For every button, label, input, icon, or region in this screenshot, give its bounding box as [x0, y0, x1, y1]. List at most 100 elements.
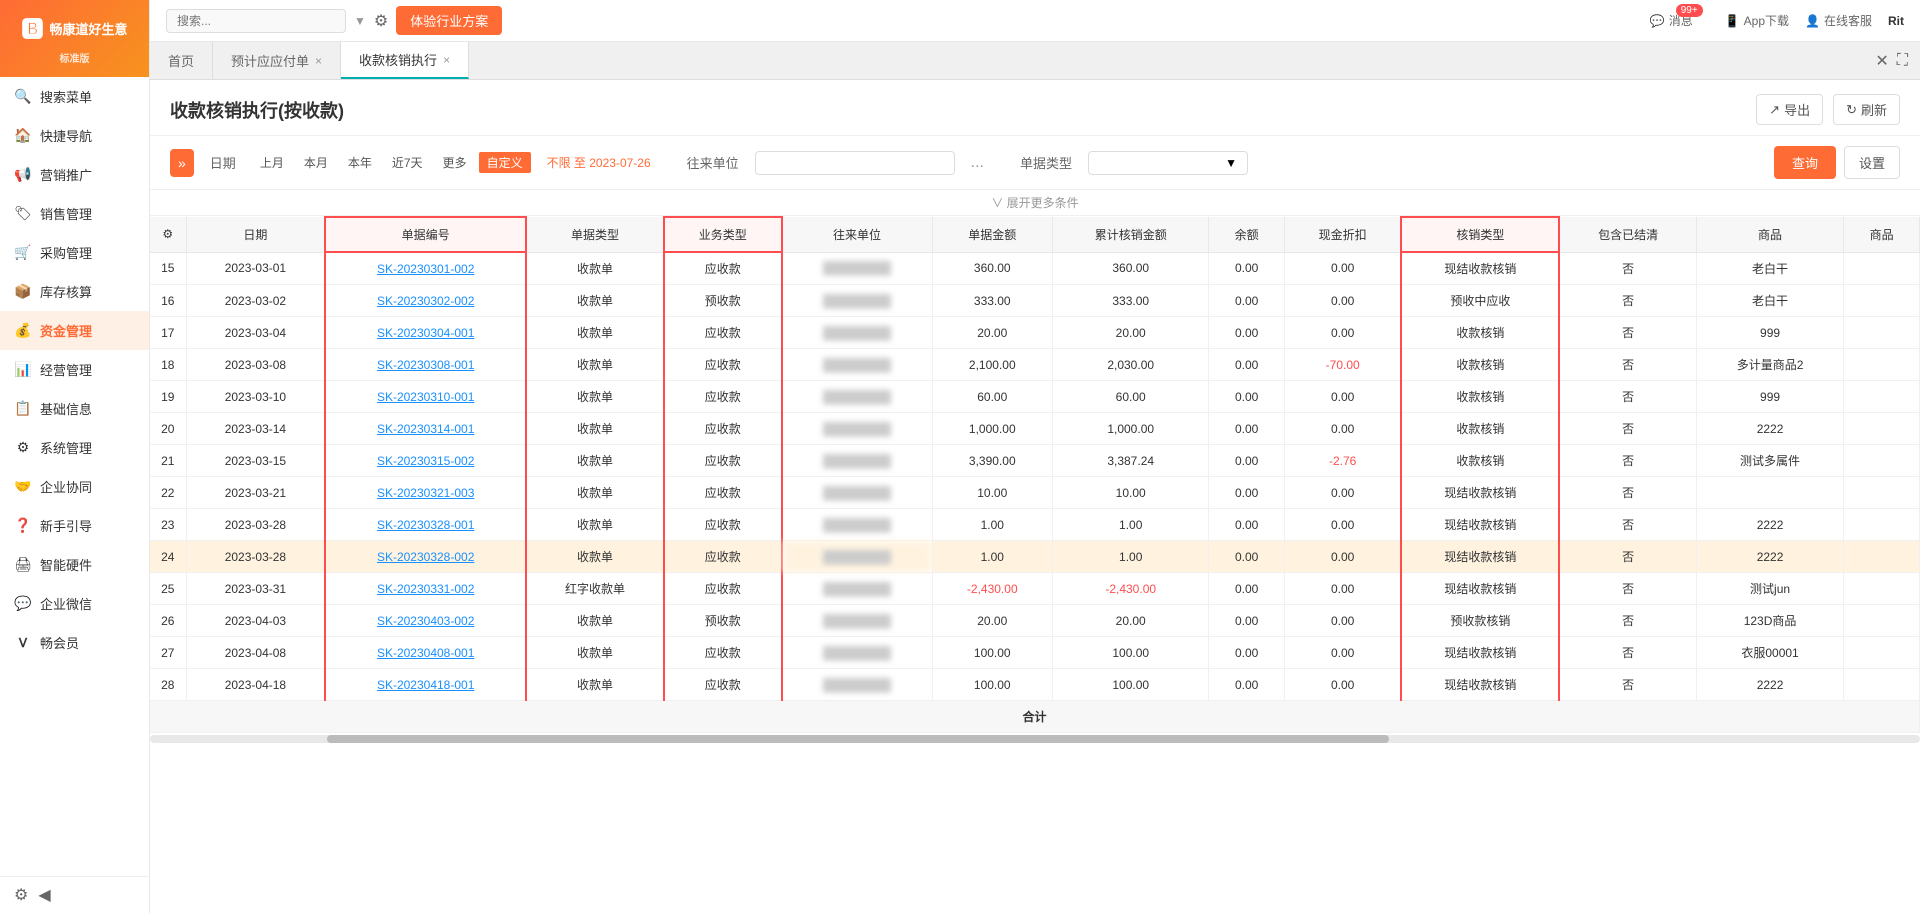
sidebar-item-inventory[interactable]: 📦 库存核算	[0, 272, 149, 311]
table-cell: 1.00	[932, 509, 1053, 541]
tab-home[interactable]: 首页	[150, 42, 213, 79]
close-all-icon[interactable]: ✕	[1875, 51, 1888, 71]
table-cell: 0.00	[1285, 381, 1402, 413]
table-cell: ████████	[782, 381, 932, 413]
sidebar-item-basic[interactable]: 📋 基础信息	[0, 389, 149, 428]
voucher-type-select[interactable]: ▼	[1088, 151, 1248, 175]
export-button[interactable]: ↗ 导出	[1756, 94, 1823, 125]
date-this-year[interactable]: 本年	[340, 152, 380, 173]
sidebar-item-system[interactable]: ⚙ 系统管理	[0, 428, 149, 467]
sidebar-item-purchase[interactable]: 🛒 采购管理	[0, 233, 149, 272]
tab-collection[interactable]: 收款核销执行 ×	[341, 42, 469, 79]
basic-icon: 📋	[14, 400, 32, 418]
app-download-item[interactable]: 📱 App下载	[1725, 12, 1789, 29]
date-last-month[interactable]: 上月	[252, 152, 292, 173]
column-settings-icon[interactable]: ⚙	[162, 227, 173, 241]
date-this-month[interactable]: 本月	[296, 152, 336, 173]
table-cell: 100.00	[1053, 669, 1209, 701]
table-cell: 应收款	[664, 252, 782, 285]
table-cell[interactable]: SK-20230302-002	[325, 285, 526, 317]
table-cell: 老白干	[1696, 252, 1843, 285]
table-cell[interactable]: SK-20230321-003	[325, 477, 526, 509]
th-goods: 商品	[1696, 217, 1843, 252]
topbar-settings-icon[interactable]: ⚙	[374, 11, 388, 31]
date-custom-btn[interactable]: 自定义	[479, 152, 531, 173]
online-service-item[interactable]: 👤 在线客服	[1805, 12, 1872, 29]
settings-bottom-icon[interactable]: ⚙	[14, 885, 28, 905]
sidebar-item-weixin[interactable]: 💬 企业微信	[0, 584, 149, 623]
table-cell: 收款单	[526, 509, 664, 541]
data-table: ⚙ 日期 单据编号 单据类型 业务类型 往来单位 单据金额 累计核销金额 余额 …	[150, 216, 1920, 733]
message-badge-item[interactable]: 💬 消息 99+	[1650, 12, 1693, 29]
table-row: 182023-03-08SK-20230308-001收款单应收款███████…	[150, 349, 1920, 381]
footer-total-label: 合计	[150, 701, 1920, 733]
table-cell[interactable]: SK-20230418-001	[325, 669, 526, 701]
table-cell[interactable]: SK-20230331-002	[325, 573, 526, 605]
table-cell[interactable]: SK-20230308-001	[325, 349, 526, 381]
table-cell	[1844, 541, 1920, 573]
table-cell[interactable]: SK-20230314-001	[325, 413, 526, 445]
refresh-button[interactable]: ↻ 刷新	[1833, 94, 1900, 125]
sidebar-item-member[interactable]: Ⅴ 畅会员	[0, 623, 149, 662]
table-cell: 收款核销	[1401, 317, 1559, 349]
table-cell[interactable]: SK-20230328-001	[325, 509, 526, 541]
tab-collection-close[interactable]: ×	[443, 53, 450, 67]
query-button[interactable]: 查询	[1774, 146, 1836, 179]
table-cell: ████████	[782, 541, 932, 573]
sidebar-item-guide[interactable]: ❓ 新手引导	[0, 506, 149, 545]
expand-bar[interactable]: ∨ 展开更多条件	[150, 190, 1920, 216]
partner-input[interactable]	[755, 151, 955, 175]
table-cell[interactable]: SK-20230328-002	[325, 541, 526, 573]
table-cell: 1.00	[1053, 509, 1209, 541]
app-logo: 🅱 畅康道好生意 标准版	[0, 0, 149, 77]
user-avatar[interactable]: Rit	[1888, 14, 1904, 28]
settings-button[interactable]: 设置	[1844, 146, 1900, 179]
table-cell: 1,000.00	[1053, 413, 1209, 445]
table-cell: 123D商品	[1696, 605, 1843, 637]
tab-payable-close[interactable]: ×	[315, 54, 322, 68]
table-cell: 0.00	[1209, 637, 1285, 669]
sidebar-item-operations[interactable]: 📊 经营管理	[0, 350, 149, 389]
table-cell[interactable]: SK-20230310-001	[325, 381, 526, 413]
table-cell[interactable]: SK-20230304-001	[325, 317, 526, 349]
table-cell[interactable]: SK-20230408-001	[325, 637, 526, 669]
table-cell[interactable]: SK-20230315-002	[325, 445, 526, 477]
date-more[interactable]: 更多	[435, 152, 475, 173]
topbar: ▼ ⚙ 体验行业方案 💬 消息 99+ 📱 App下载 👤 在线客服 Rit	[150, 0, 1920, 42]
sidebar-item-finance[interactable]: 💰 资金管理	[0, 311, 149, 350]
table-cell: 否	[1559, 381, 1696, 413]
table-cell: 否	[1559, 477, 1696, 509]
sidebar-item-sales[interactable]: 🏷 销售管理	[0, 194, 149, 233]
table-cell	[1844, 317, 1920, 349]
table-cell: 22	[150, 477, 186, 509]
table-cell[interactable]: SK-20230403-002	[325, 605, 526, 637]
th-doc-no: 单据编号	[325, 217, 526, 252]
table-container: ⚙ 日期 单据编号 单据类型 业务类型 往来单位 单据金额 累计核销金额 余额 …	[150, 216, 1920, 745]
member-icon: Ⅴ	[14, 634, 32, 652]
table-cell: 26	[150, 605, 186, 637]
table-cell: 2,100.00	[932, 349, 1053, 381]
filter-toggle-button[interactable]: »	[170, 149, 194, 177]
sidebar-item-hardware[interactable]: 🖨 智能硬件	[0, 545, 149, 584]
topbar-search-input[interactable]	[166, 9, 346, 33]
table-cell: 60.00	[932, 381, 1053, 413]
th-partner: 往来单位	[782, 217, 932, 252]
sidebar-item-search[interactable]: 🔍 搜索菜单	[0, 77, 149, 116]
table-cell: 否	[1559, 349, 1696, 381]
sidebar-item-enterprise[interactable]: 🤝 企业协同	[0, 467, 149, 506]
weixin-icon: 💬	[14, 595, 32, 613]
table-cell: 1.00	[932, 541, 1053, 573]
collapse-icon[interactable]: ◀	[38, 885, 50, 905]
maximize-icon[interactable]: ⛶	[1897, 52, 1908, 70]
sidebar-item-marketing[interactable]: 📢 营销推广	[0, 155, 149, 194]
th-settings[interactable]: ⚙	[150, 217, 186, 252]
tab-payable[interactable]: 预计应应付单 ×	[213, 42, 341, 79]
table-row: 282023-04-18SK-20230418-001收款单应收款███████…	[150, 669, 1920, 701]
home-icon: 🏠	[14, 127, 32, 145]
industry-solution-button[interactable]: 体验行业方案	[396, 6, 502, 35]
more-options-icon[interactable]: ...	[971, 154, 984, 172]
horizontal-scrollbar[interactable]	[150, 735, 1920, 743]
sidebar-item-quicknav[interactable]: 🏠 快捷导航	[0, 116, 149, 155]
table-cell[interactable]: SK-20230301-002	[325, 252, 526, 285]
date-7days[interactable]: 近7天	[384, 152, 431, 173]
